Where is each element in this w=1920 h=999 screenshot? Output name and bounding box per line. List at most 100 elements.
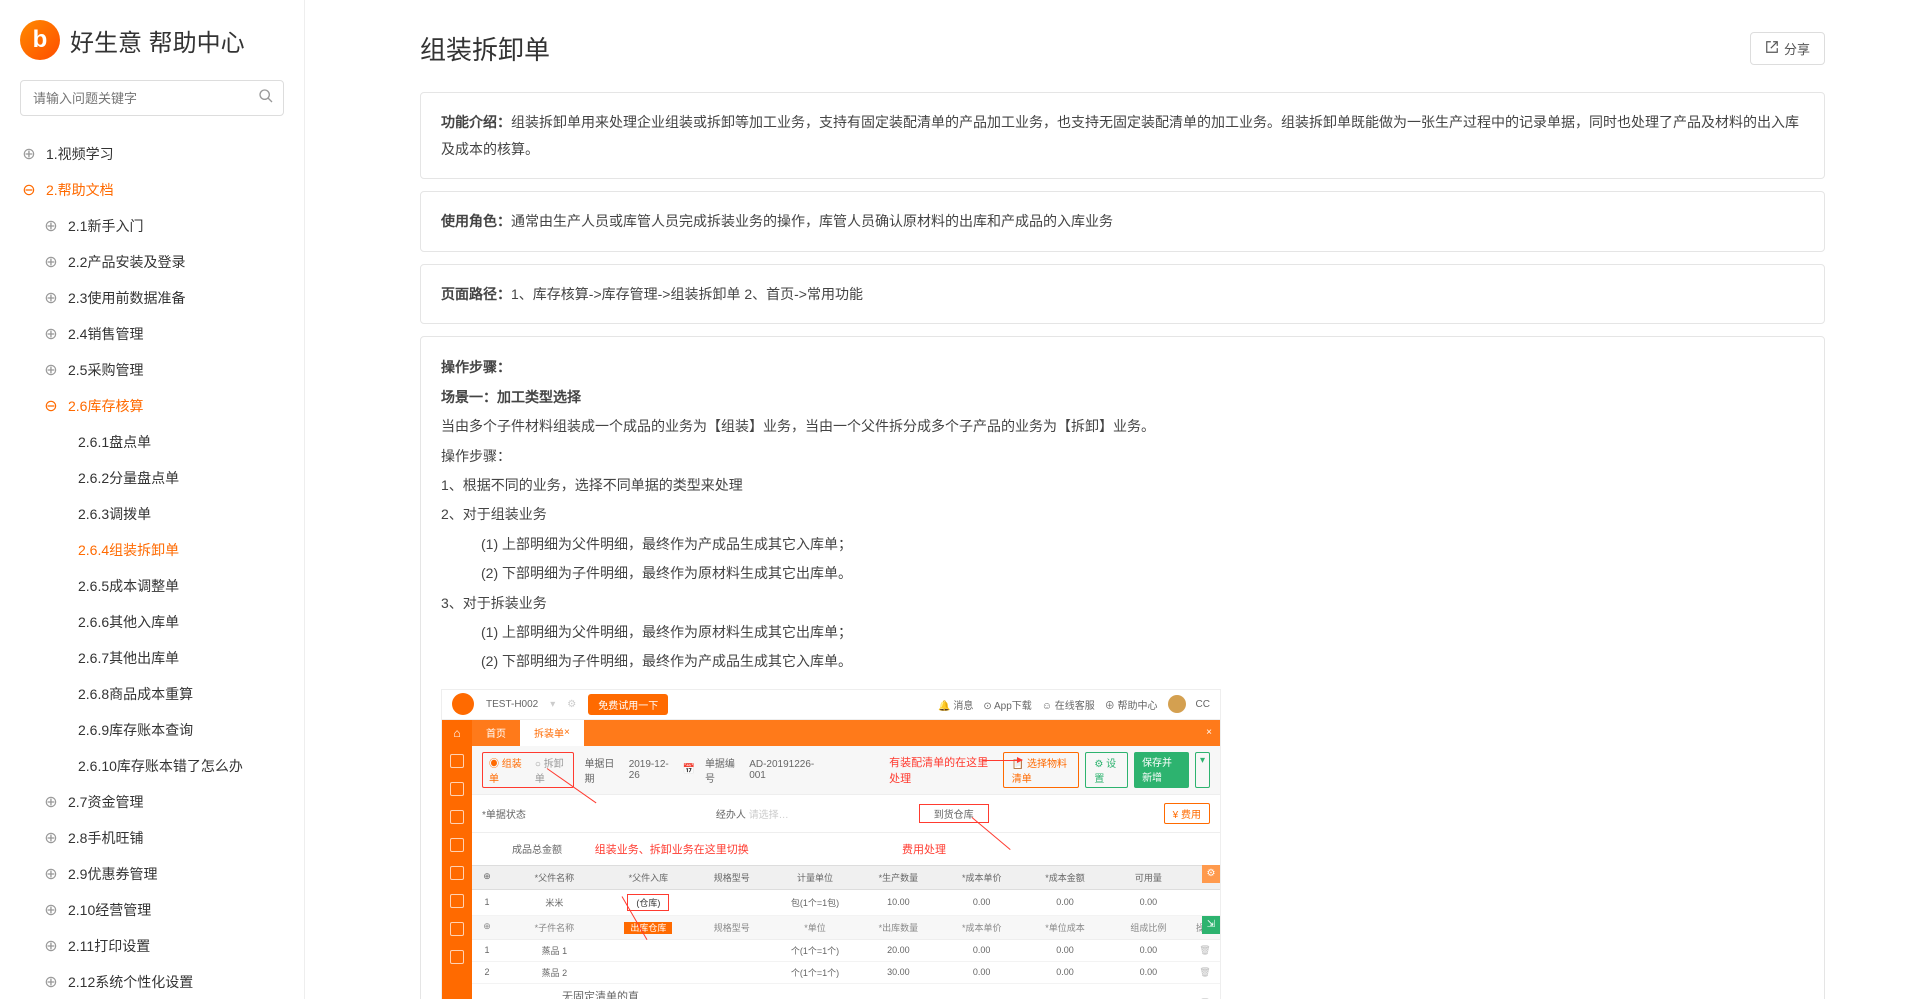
ss-code-val: AD-20191226-001 [749,759,819,781]
share-button[interactable]: 分享 [1750,32,1825,65]
plus-icon: ⊕ [42,973,60,991]
page-title: 组装拆卸单 [420,30,550,67]
ss-btn-save: 保存并新增 [1134,752,1189,788]
ss-fee-button: ¥ 费用 [1164,803,1210,824]
rail-icon [450,950,464,964]
rail-icon [450,810,464,824]
rail-icon [450,894,464,908]
nav-2-6-3[interactable]: 2.6.3调拨单 [20,496,284,532]
ss-toolbar: ◉ 组装单 ○ 拆卸单 单据日期 2019-12-26 📅 单据编号 AD-20… [472,746,1220,795]
rail-icon [450,782,464,796]
scene1-desc: 当由多个子件材料组装成一个成品的业务为【组装】业务，当由一个父件拆分成多个子产品… [441,412,1804,441]
ss-date-label: 单据日期 [584,755,618,785]
step3-1: (1) 上部明细为父件明细，最终作为原材料生成其它出库单； [441,618,1804,647]
ss-avatar-icon [1168,695,1186,713]
nav-2-6-2[interactable]: 2.6.2分量盘点单 [20,460,284,496]
main-content: 组装拆卸单 分享 功能介绍：组装拆卸单用来处理企业组装或拆卸等加工业务，支持有固… [305,0,1920,999]
ss-tabs: 首页 拆装单 × × [472,720,1220,746]
path-box: 页面路径：1、库存核算->库存管理->组装拆卸单 2、首页->常用功能 [420,264,1825,325]
ss-annotation-switch: 组装业务、拆卸业务在这里切换 [595,844,749,856]
ss-date-val: 2019-12-26 [629,759,673,781]
intro-box: 功能介绍：组装拆卸单用来处理企业组装或拆卸等加工业务，支持有固定装配清单的产品加… [420,92,1825,179]
nav-2-3[interactable]: ⊕2.3使用前数据准备 [20,280,284,316]
close-icon: × [1206,727,1212,738]
ss-wh-badge: 出库仓库 [624,922,672,934]
nav-2-1[interactable]: ⊕2.1新手入门 [20,208,284,244]
minus-icon: ⊖ [20,181,38,199]
ss-child-row: 2蒸品 2 个(1个=1个)30.000.000.000.00🗑 [472,962,1220,984]
nav-2-6-9[interactable]: 2.6.9库存账本查询 [20,712,284,748]
nav-2-6-5[interactable]: 2.6.5成本调整单 [20,568,284,604]
nav-2-6-1[interactable]: 2.6.1盘点单 [20,424,284,460]
ss-tab-form: 拆装单 × [520,720,584,746]
plus-icon: ⊕ [42,361,60,379]
nav-2-4[interactable]: ⊕2.4销售管理 [20,316,284,352]
ss-try-button: 免费试用一下 [588,694,668,715]
ss-msg: 🔔 消息 [938,697,973,712]
ss-wh-highlight: (仓库) [627,894,669,911]
ss-code-label: 单据编号 [705,755,739,785]
ss-maker-label: 经办人 请选择… [716,806,789,821]
ss-radio-assemble: ◉ 组装单 [489,755,525,785]
ss-btn-more: ▾ [1195,752,1210,788]
search-wrap [20,80,284,116]
embedded-screenshot: TEST-H002 ▾ ⚙ 免费试用一下 🔔 消息 ⊙ App下载 ☺ 在线客服… [441,689,1221,999]
plus-icon: ⊕ [42,217,60,235]
ss-side-expand-icon: ⇲ [1202,916,1220,934]
nav-docs[interactable]: ⊖2.帮助文档 [20,172,284,208]
ss-dest-box: 到货仓库 [919,804,989,823]
ss-logo-icon [452,693,474,715]
plus-icon: ⊕ [42,325,60,343]
nav-2-2[interactable]: ⊕2.2产品安装及登录 [20,244,284,280]
share-icon [1765,40,1779,57]
nav-2-6-4[interactable]: 2.6.4组装拆卸单 [20,532,284,568]
steps-block: 操作步骤： 场景一：加工类型选择 当由多个子件材料组装成一个成品的业务为【组装】… [420,336,1825,999]
nav-video[interactable]: ⊕1.视频学习 [20,136,284,172]
nav-2-8[interactable]: ⊕2.8手机旺铺 [20,820,284,856]
search-input[interactable] [20,80,284,116]
plus-icon: ⊕ [42,937,60,955]
nav-2-5[interactable]: ⊕2.5采购管理 [20,352,284,388]
ss-radio-group: ◉ 组装单 ○ 拆卸单 [482,752,574,788]
ss-total-label: 成品总金额 [512,845,562,856]
steps-sub: 操作步骤： [441,442,1804,471]
nav-2-7[interactable]: ⊕2.7资金管理 [20,784,284,820]
ss-app: ⊙ App下载 [983,697,1031,712]
role-box: 使用角色：通常由生产人员或库管人员完成拆装业务的操作，库管人员确认原材料的出库和… [420,191,1825,252]
role-text: 通常由生产人员或库管人员完成拆装业务的操作，库管人员确认原材料的出库和产成品的入… [511,213,1113,229]
nav-2-6-7[interactable]: 2.6.7其他出库单 [20,640,284,676]
ss-service: ☺ 在线客服 [1042,697,1095,712]
nav-2-6-10[interactable]: 2.6.10库存账本错了怎么办 [20,748,284,784]
plus-icon: ⊕ [20,145,38,163]
nav-2-12[interactable]: ⊕2.12系统个性化设置 [20,964,284,999]
home-icon: ⌂ [453,726,460,740]
step2-2: (2) 下部明细为子件明细，最终作为原材料生成其它出库单。 [441,559,1804,588]
search-icon[interactable] [258,88,274,109]
nav-2-6[interactable]: ⊖2.6库存核算 [20,388,284,424]
ss-parent-header: ⊕ *父件名称 *父件入库 规格型号 计量单位 *生产数量 *成本单价 *成本金… [472,865,1220,890]
ss-row3: 成品总金额 组装业务、拆卸业务在这里切换 费用处理 [472,833,1220,865]
nav-2-9[interactable]: ⊕2.9优惠券管理 [20,856,284,892]
arrow-icon [982,760,1022,761]
ss-child-header: ⊕ *子件名称 出库仓库 规格型号 *单位 *出库数量 *成本单价 *单位成本 … [472,916,1220,940]
plus-icon: ⊕ [42,829,60,847]
ss-annotation-list: 有装配清单的在这里处理 [889,754,993,786]
rail-icon [450,838,464,852]
path-label: 页面路径： [441,286,511,302]
nav-2-6-6[interactable]: 2.6.6其他入库单 [20,604,284,640]
ss-help: ⊕ 帮助中心 [1105,697,1158,712]
ss-annotation-nolist: 无固定清单的直接在这里录入 [502,984,652,999]
role-label: 使用角色： [441,213,511,229]
ss-btn-select-bom: 📋 选择物料清单 [1003,752,1080,788]
ss-tab-home: 首页 [472,725,520,740]
nav-2-11[interactable]: ⊕2.11打印设置 [20,928,284,964]
ss-row2: *单据状态 经办人 请选择… 到货仓库 ¥ 费用 [472,795,1220,833]
ss-topbar: TEST-H002 ▾ ⚙ 免费试用一下 🔔 消息 ⊙ App下载 ☺ 在线客服… [442,690,1220,720]
step2: 2、对于组装业务 [441,500,1804,529]
nav-2-6-8[interactable]: 2.6.8商品成本重算 [20,676,284,712]
step3-2: (2) 下部明细为子件明细，最终作为产成品生成其它入库单。 [441,647,1804,676]
step3: 3、对于拆装业务 [441,589,1804,618]
rail-icon [450,922,464,936]
nav-2-10[interactable]: ⊕2.10经营管理 [20,892,284,928]
sidebar: b 好生意 帮助中心 ⊕1.视频学习 ⊖2.帮助文档 ⊕2.1新手入门 ⊕2.2… [0,0,305,999]
